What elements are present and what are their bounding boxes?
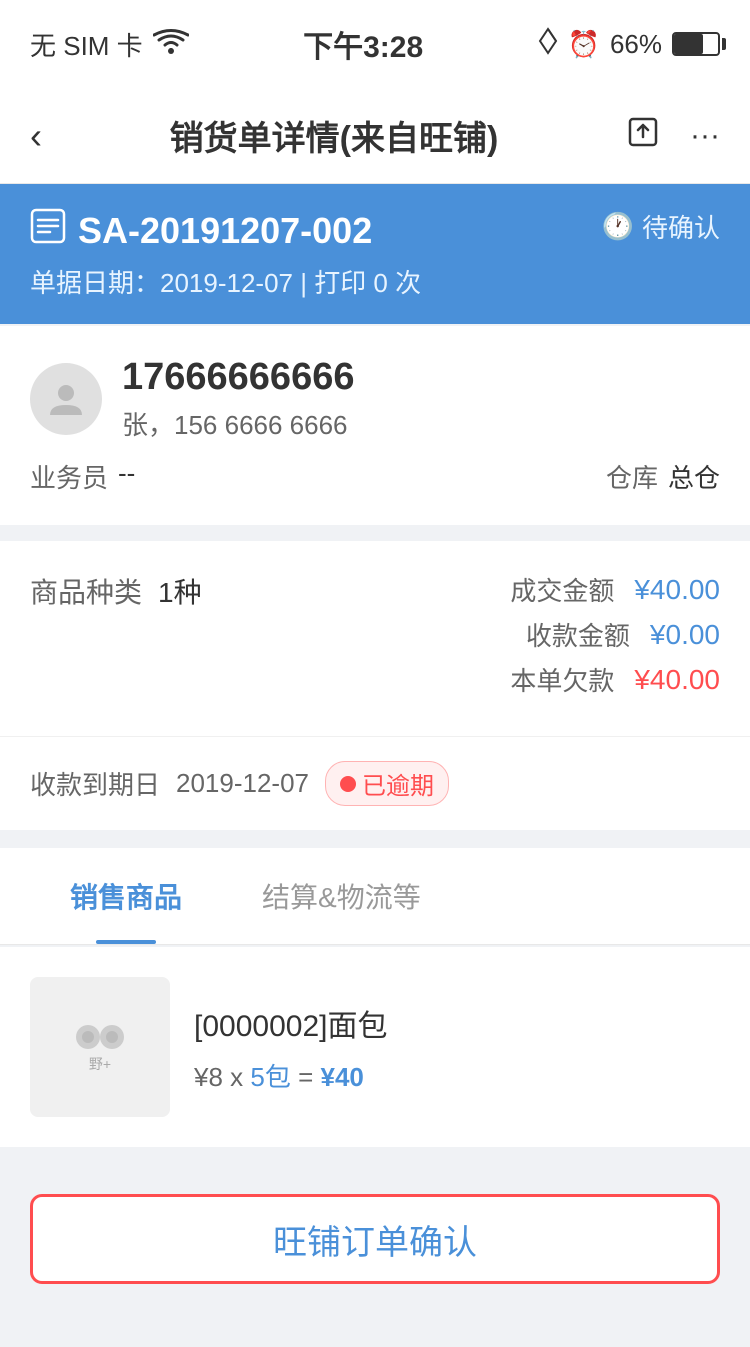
product-types-label: 商品种类 1种	[30, 571, 202, 611]
summary-section: 商品种类 1种 成交金额 ¥40.00 收款金额 ¥0.00 本单欠款 ¥40.…	[0, 541, 750, 736]
customer-meta: 业务员 -- 仓库 总仓	[30, 458, 720, 495]
received-label: 收款金额	[526, 616, 630, 653]
battery-icon	[672, 32, 720, 56]
salesperson-label: 业务员 --	[30, 458, 135, 495]
status-right: ⏰ 66%	[538, 27, 720, 62]
received-value: ¥0.00	[650, 619, 720, 651]
back-button[interactable]: ‹	[30, 115, 42, 157]
location-icon	[538, 27, 558, 62]
overdue-badge: 已逾期	[325, 761, 449, 806]
order-date: 单据日期：2019-12-07 | 打印 0 次	[30, 263, 421, 300]
status-clock-icon: 🕐	[602, 211, 634, 242]
tabs-section: 销售商品 结算&物流等	[0, 848, 750, 945]
nav-bar: ‹ 销货单详情(来自旺铺) ···	[0, 88, 750, 184]
due-date-label: 收款到期日	[30, 765, 160, 802]
warehouse-label: 仓库 总仓	[606, 458, 720, 495]
owed-row: 本单欠款 ¥40.00	[510, 661, 720, 698]
bottom-action: 旺铺订单确认	[0, 1174, 750, 1334]
alarm-icon: ⏰	[568, 29, 600, 60]
customer-name: 张，156 6666 6666	[122, 405, 354, 442]
carrier-text: 无 SIM 卡	[30, 26, 143, 63]
due-date-value: 2019-12-07	[176, 768, 309, 799]
battery-percent: 66%	[610, 29, 662, 60]
product-price: ¥8 x 5包 = ¥40	[194, 1057, 720, 1094]
customer-avatar	[30, 363, 102, 435]
order-icon	[30, 208, 66, 253]
order-header: SA-20191207-002 单据日期：2019-12-07 | 打印 0 次…	[0, 184, 750, 324]
transaction-row: 成交金额 ¥40.00	[510, 571, 720, 608]
more-icon[interactable]: ···	[690, 119, 720, 153]
tab-settlement[interactable]: 结算&物流等	[222, 848, 461, 944]
amounts-section: 成交金额 ¥40.00 收款金额 ¥0.00 本单欠款 ¥40.00	[510, 571, 720, 706]
transaction-label: 成交金额	[510, 571, 614, 608]
divider-1	[0, 525, 750, 541]
status-time: 下午3:28	[303, 22, 423, 66]
price-equals: =	[298, 1062, 313, 1092]
owed-label: 本单欠款	[510, 661, 614, 698]
product-types-value: 1种	[158, 571, 202, 611]
customer-section: 17666666666 张，156 6666 6666 业务员 -- 仓库 总仓	[0, 326, 750, 525]
summary-full: 商品种类 1种 成交金额 ¥40.00 收款金额 ¥0.00 本单欠款 ¥40.…	[30, 571, 720, 706]
customer-header: 17666666666 张，156 6666 6666	[30, 356, 720, 442]
order-id-text: SA-20191207-002	[78, 210, 372, 252]
order-status: 🕐 待确认	[602, 208, 720, 245]
status-bar: 无 SIM 卡 下午3:28 ⏰ 66%	[0, 0, 750, 88]
share-icon[interactable]	[626, 115, 660, 157]
owed-value: ¥40.00	[634, 664, 720, 696]
order-status-text: 待确认	[642, 208, 720, 245]
customer-info: 17666666666 张，156 6666 6666	[122, 356, 354, 442]
divider-2	[0, 830, 750, 846]
product-name: [0000002]面包	[194, 1001, 720, 1045]
nav-actions: ···	[626, 115, 720, 157]
product-list: 野+ [0000002]面包 ¥8 x 5包 = ¥40	[0, 947, 750, 1147]
product-qty: 5包	[250, 1062, 290, 1092]
order-id-row: SA-20191207-002	[30, 208, 421, 253]
price-formula: ¥8 x	[194, 1062, 243, 1092]
confirm-order-button[interactable]: 旺铺订单确认	[30, 1194, 720, 1284]
status-left: 无 SIM 卡	[30, 26, 189, 63]
transaction-value: ¥40.00	[634, 574, 720, 606]
customer-phone: 17666666666	[122, 356, 354, 399]
product-item: 野+ [0000002]面包 ¥8 x 5包 = ¥40	[0, 947, 750, 1147]
overdue-text: 已逾期	[362, 766, 434, 801]
wifi-icon	[153, 28, 189, 61]
svg-text:野+: 野+	[89, 1056, 111, 1072]
warehouse-value: 总仓	[668, 458, 720, 495]
tab-sales-products[interactable]: 销售商品	[30, 848, 222, 944]
product-total: ¥40	[321, 1062, 364, 1092]
salesperson-value: --	[118, 458, 135, 495]
product-thumbnail: 野+	[30, 977, 170, 1117]
page-title: 销货单详情(来自旺铺)	[170, 111, 499, 160]
product-info: [0000002]面包 ¥8 x 5包 = ¥40	[194, 1001, 720, 1094]
overdue-dot-icon	[340, 776, 356, 792]
received-row: 收款金额 ¥0.00	[510, 616, 720, 653]
due-date-section: 收款到期日 2019-12-07 已逾期	[0, 736, 750, 830]
